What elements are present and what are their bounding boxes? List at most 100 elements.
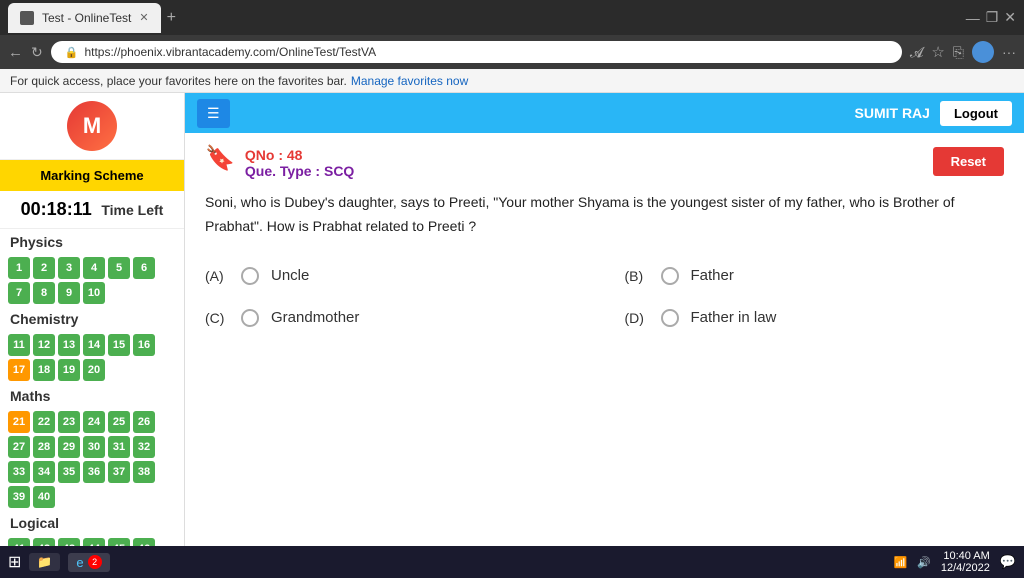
windows-start-button[interactable]: ⊞ bbox=[8, 552, 21, 572]
notif-badge: 2 bbox=[88, 555, 102, 569]
num-btn[interactable]: 20 bbox=[83, 359, 105, 381]
option-d-row: (D) Father in law bbox=[625, 309, 1005, 327]
favorites-icon[interactable]: ☆ bbox=[931, 43, 944, 61]
num-btn[interactable]: 1 bbox=[8, 257, 30, 279]
num-btn[interactable]: 38 bbox=[133, 461, 155, 483]
num-btn[interactable]: 26 bbox=[133, 411, 155, 433]
num-btn[interactable]: 10 bbox=[83, 282, 105, 304]
num-btn[interactable]: 22 bbox=[33, 411, 55, 433]
num-btn[interactable]: 35 bbox=[58, 461, 80, 483]
num-btn[interactable]: 18 bbox=[33, 359, 55, 381]
reset-button[interactable]: Reset bbox=[933, 147, 1004, 176]
num-btn[interactable]: 33 bbox=[8, 461, 30, 483]
option-a-text[interactable]: Uncle bbox=[271, 267, 309, 284]
num-btn[interactable]: 14 bbox=[83, 334, 105, 356]
restore-icon[interactable]: ❐ bbox=[986, 9, 999, 26]
num-btn[interactable]: 30 bbox=[83, 436, 105, 458]
num-btn[interactable]: 5 bbox=[108, 257, 130, 279]
num-btn[interactable]: 36 bbox=[83, 461, 105, 483]
num-btn[interactable]: 46 bbox=[133, 538, 155, 546]
option-c-text[interactable]: Grandmother bbox=[271, 309, 359, 326]
hamburger-button[interactable]: ☰ bbox=[197, 99, 230, 128]
num-btn[interactable]: 6 bbox=[133, 257, 155, 279]
num-btn[interactable]: 42 bbox=[33, 538, 55, 546]
question-text: Soni, who is Dubey's daughter, says to P… bbox=[205, 191, 1004, 239]
taskbar-app-edge[interactable]: e 2 bbox=[68, 553, 109, 572]
num-btn[interactable]: 15 bbox=[108, 334, 130, 356]
num-btn[interactable]: 25 bbox=[108, 411, 130, 433]
browser-chrome: Test - OnlineTest ✕ + — ❐ ✕ bbox=[0, 0, 1024, 35]
notification-icon[interactable]: 💬 bbox=[1000, 554, 1016, 570]
option-d-radio[interactable] bbox=[661, 309, 679, 327]
taskbar-clock: 10:40 AM 12/4/2022 bbox=[941, 550, 990, 574]
time-left-label: Time Left bbox=[101, 202, 163, 218]
num-btn[interactable]: 9 bbox=[58, 282, 80, 304]
num-btn[interactable]: 27 bbox=[8, 436, 30, 458]
num-btn[interactable]: 24 bbox=[83, 411, 105, 433]
num-btn[interactable]: 17 bbox=[8, 359, 30, 381]
question-type: Que. Type : SCQ bbox=[245, 163, 354, 179]
new-tab-button[interactable]: + bbox=[167, 9, 176, 27]
section-physics-label: Physics bbox=[0, 229, 184, 255]
sidebar: M Marking Scheme 00:18:11 Time Left Phys… bbox=[0, 93, 185, 546]
num-btn[interactable]: 39 bbox=[8, 486, 30, 508]
close-icon[interactable]: ✕ bbox=[1004, 9, 1016, 26]
num-btn[interactable]: 23 bbox=[58, 411, 80, 433]
taskbar-right: 📶 🔊 10:40 AM 12/4/2022 💬 bbox=[893, 550, 1016, 574]
browser-tab-active[interactable]: Test - OnlineTest ✕ bbox=[8, 3, 161, 33]
option-c-row: (C) Grandmother bbox=[205, 309, 585, 327]
num-btn[interactable]: 41 bbox=[8, 538, 30, 546]
option-a-radio[interactable] bbox=[241, 267, 259, 285]
profile-circle[interactable] bbox=[972, 41, 994, 63]
option-d-text[interactable]: Father in law bbox=[691, 309, 777, 326]
option-b-label: (B) bbox=[625, 268, 649, 284]
logout-button[interactable]: Logout bbox=[940, 101, 1012, 126]
reader-icon[interactable]: 𝓐 bbox=[910, 44, 924, 61]
num-btn[interactable]: 31 bbox=[108, 436, 130, 458]
section-maths-label: Maths bbox=[0, 383, 184, 409]
address-bar-row: ← ↻ 🔒 https://phoenix.vibrantacademy.com… bbox=[0, 35, 1024, 69]
num-btn[interactable]: 34 bbox=[33, 461, 55, 483]
username-display: SUMIT RAJ bbox=[855, 105, 930, 121]
manage-favorites-link[interactable]: Manage favorites now bbox=[351, 74, 468, 88]
refresh-button[interactable]: ↻ bbox=[31, 44, 43, 61]
timer-area: 00:18:11 Time Left bbox=[0, 191, 184, 229]
num-btn[interactable]: 16 bbox=[133, 334, 155, 356]
collections-icon[interactable]: ⎘ bbox=[953, 44, 964, 61]
num-btn[interactable]: 7 bbox=[8, 282, 30, 304]
tab-close-icon[interactable]: ✕ bbox=[139, 11, 148, 24]
num-btn[interactable]: 19 bbox=[58, 359, 80, 381]
taskbar-left: ⊞ 📁 e 2 bbox=[8, 552, 110, 572]
minimize-icon[interactable]: — bbox=[966, 10, 980, 26]
logo-area: M bbox=[0, 93, 184, 160]
option-b-text[interactable]: Father bbox=[691, 267, 734, 284]
top-navigation: ☰ SUMIT RAJ Logout bbox=[185, 93, 1024, 133]
num-btn[interactable]: 12 bbox=[33, 334, 55, 356]
num-btn[interactable]: 43 bbox=[58, 538, 80, 546]
num-btn[interactable]: 29 bbox=[58, 436, 80, 458]
num-btn[interactable]: 4 bbox=[83, 257, 105, 279]
section-logical-label: Logical bbox=[0, 510, 184, 536]
num-btn[interactable]: 3 bbox=[58, 257, 80, 279]
num-btn[interactable]: 8 bbox=[33, 282, 55, 304]
num-btn[interactable]: 37 bbox=[108, 461, 130, 483]
num-btn[interactable]: 40 bbox=[33, 486, 55, 508]
num-btn[interactable]: 44 bbox=[83, 538, 105, 546]
bookmark-icon[interactable]: 🔖 bbox=[205, 147, 235, 171]
num-btn[interactable]: 28 bbox=[33, 436, 55, 458]
option-c-radio[interactable] bbox=[241, 309, 259, 327]
option-b-radio[interactable] bbox=[661, 267, 679, 285]
num-btn[interactable]: 45 bbox=[108, 538, 130, 546]
taskbar-date: 12/4/2022 bbox=[941, 562, 990, 574]
num-btn[interactable]: 11 bbox=[8, 334, 30, 356]
address-bar[interactable]: 🔒 https://phoenix.vibrantacademy.com/Onl… bbox=[51, 41, 902, 63]
marking-scheme-button[interactable]: Marking Scheme bbox=[0, 160, 184, 191]
more-options-icon[interactable]: ··· bbox=[1002, 44, 1016, 60]
num-btn[interactable]: 13 bbox=[58, 334, 80, 356]
num-btn[interactable]: 21 bbox=[8, 411, 30, 433]
num-btn[interactable]: 2 bbox=[33, 257, 55, 279]
option-a-label: (A) bbox=[205, 268, 229, 284]
num-btn[interactable]: 32 bbox=[133, 436, 155, 458]
taskbar-app-file-explorer[interactable]: 📁 bbox=[29, 553, 60, 571]
back-button[interactable]: ← bbox=[8, 44, 23, 61]
